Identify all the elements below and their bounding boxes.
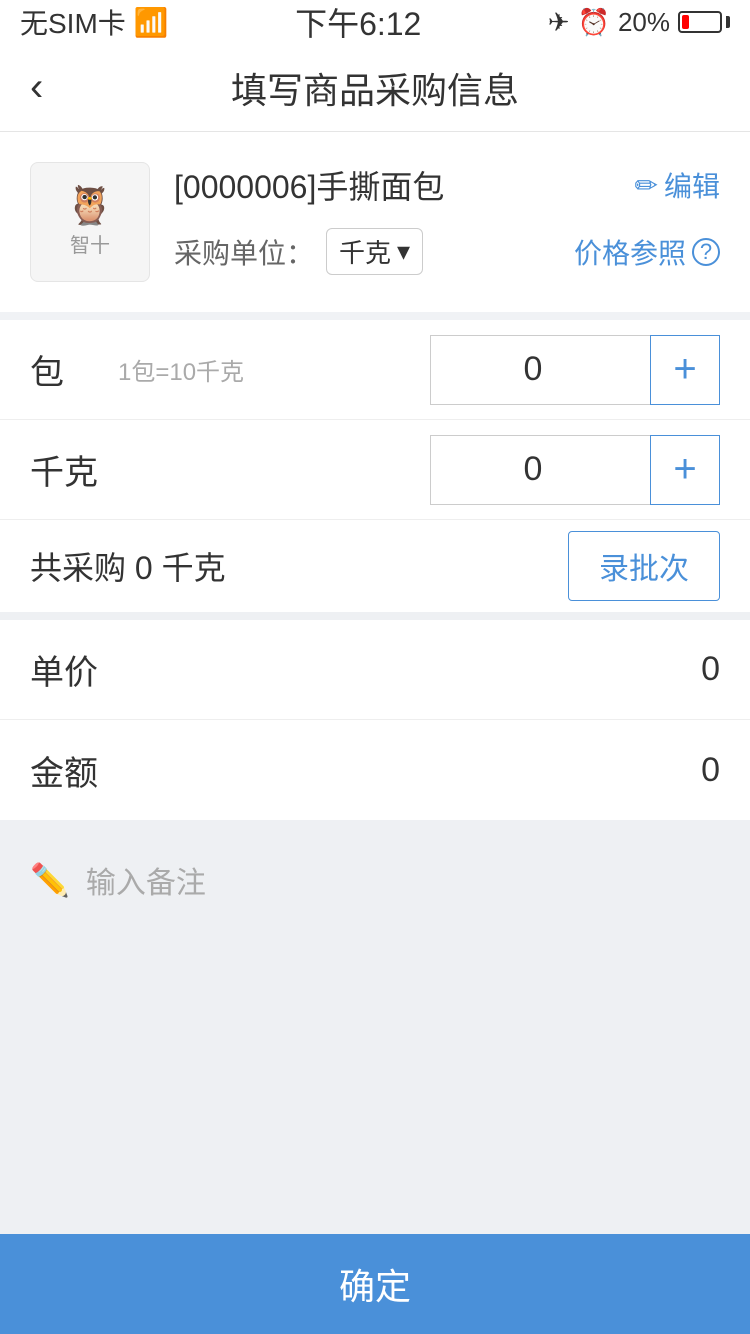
price-section: 单价 0 金额 0 — [0, 620, 750, 828]
unit-price-label: 单价 — [30, 645, 98, 694]
product-name: [0000006]手撕面包 — [174, 162, 444, 208]
product-title: 手撕面包 — [316, 169, 444, 205]
unit-select[interactable]: 千克 ▾ — [326, 228, 423, 275]
bao-input-section: 包 1包=10千克 + 千克 + — [0, 320, 750, 520]
back-button[interactable]: ‹ — [30, 65, 43, 110]
product-unit-row: 采购单位： 千克 ▾ 价格参照 ? — [174, 228, 720, 275]
unit-value: 千克 — [339, 233, 391, 270]
amount-row: 金额 0 — [0, 720, 750, 820]
carrier-text: 无SIM卡 — [20, 2, 126, 42]
edit-label: 编辑 — [664, 165, 720, 205]
product-image: 🦉 智十 — [30, 162, 150, 282]
price-ref-button[interactable]: 价格参照 ? — [574, 232, 720, 272]
help-icon: ? — [692, 238, 720, 266]
content-spacer — [0, 932, 750, 1252]
edit-icon: ✏ — [635, 169, 658, 202]
bao-input[interactable] — [430, 335, 650, 405]
wifi-icon: 📶 — [134, 6, 169, 39]
product-title-row: [0000006]手撕面包 ✏ 编辑 — [174, 162, 720, 208]
edit-button[interactable]: ✏ 编辑 — [635, 165, 720, 205]
unit-price-row: 单价 0 — [0, 620, 750, 720]
kg-label: 千克 — [30, 445, 110, 494]
pencil-icon: ✏️ — [30, 861, 70, 899]
status-time: 下午6:12 — [295, 0, 421, 45]
kg-input-row: 千克 + — [0, 420, 750, 520]
kg-plus-button[interactable]: + — [650, 435, 720, 505]
product-owl-icon: 🦉 — [66, 187, 113, 225]
remark-section[interactable]: ✏️ 输入备注 — [0, 828, 750, 932]
price-ref-label: 价格参照 — [574, 232, 686, 272]
bao-input-row: 包 1包=10千克 + — [0, 320, 750, 420]
batch-button[interactable]: 录批次 — [568, 531, 720, 601]
summary-row: 共采购 0 千克 录批次 — [0, 520, 750, 620]
nav-bar: ‹ 填写商品采购信息 — [0, 44, 750, 132]
unit-label: 采购单位： — [174, 232, 314, 272]
bao-plus-button[interactable]: + — [650, 335, 720, 405]
kg-input[interactable] — [430, 435, 650, 505]
amount-value: 0 — [701, 751, 720, 790]
bao-sublabel: 1包=10千克 — [118, 352, 244, 387]
bao-label: 包 — [30, 345, 110, 394]
status-right: ✈ ⏰ 20% — [548, 7, 730, 38]
bao-input-right: + — [430, 335, 720, 405]
dropdown-icon: ▾ — [397, 236, 410, 267]
page-title: 填写商品采购信息 — [231, 62, 519, 114]
confirm-button[interactable]: 确定 — [0, 1234, 750, 1334]
status-bar: 无SIM卡 📶 下午6:12 ✈ ⏰ 20% — [0, 0, 750, 44]
status-left: 无SIM卡 📶 — [20, 2, 169, 42]
summary-text: 共采购 0 千克 — [30, 543, 226, 589]
product-card: 🦉 智十 [0000006]手撕面包 ✏ 编辑 采购单位： 千克 ▾ 价格参照 — [0, 132, 750, 320]
kg-input-right: + — [430, 435, 720, 505]
alarm-icon: ⏰ — [578, 7, 610, 38]
unit-price-value: 0 — [701, 650, 720, 689]
battery-icon — [678, 11, 730, 33]
product-img-label: 智十 — [70, 229, 110, 258]
remark-placeholder: 输入备注 — [86, 858, 206, 902]
product-id: [0000006] — [174, 169, 316, 205]
amount-label: 金额 — [30, 746, 98, 795]
product-info: [0000006]手撕面包 ✏ 编辑 采购单位： 千克 ▾ 价格参照 ? — [174, 162, 720, 275]
location-icon: ✈ — [548, 7, 570, 38]
battery-percent: 20% — [618, 7, 670, 38]
